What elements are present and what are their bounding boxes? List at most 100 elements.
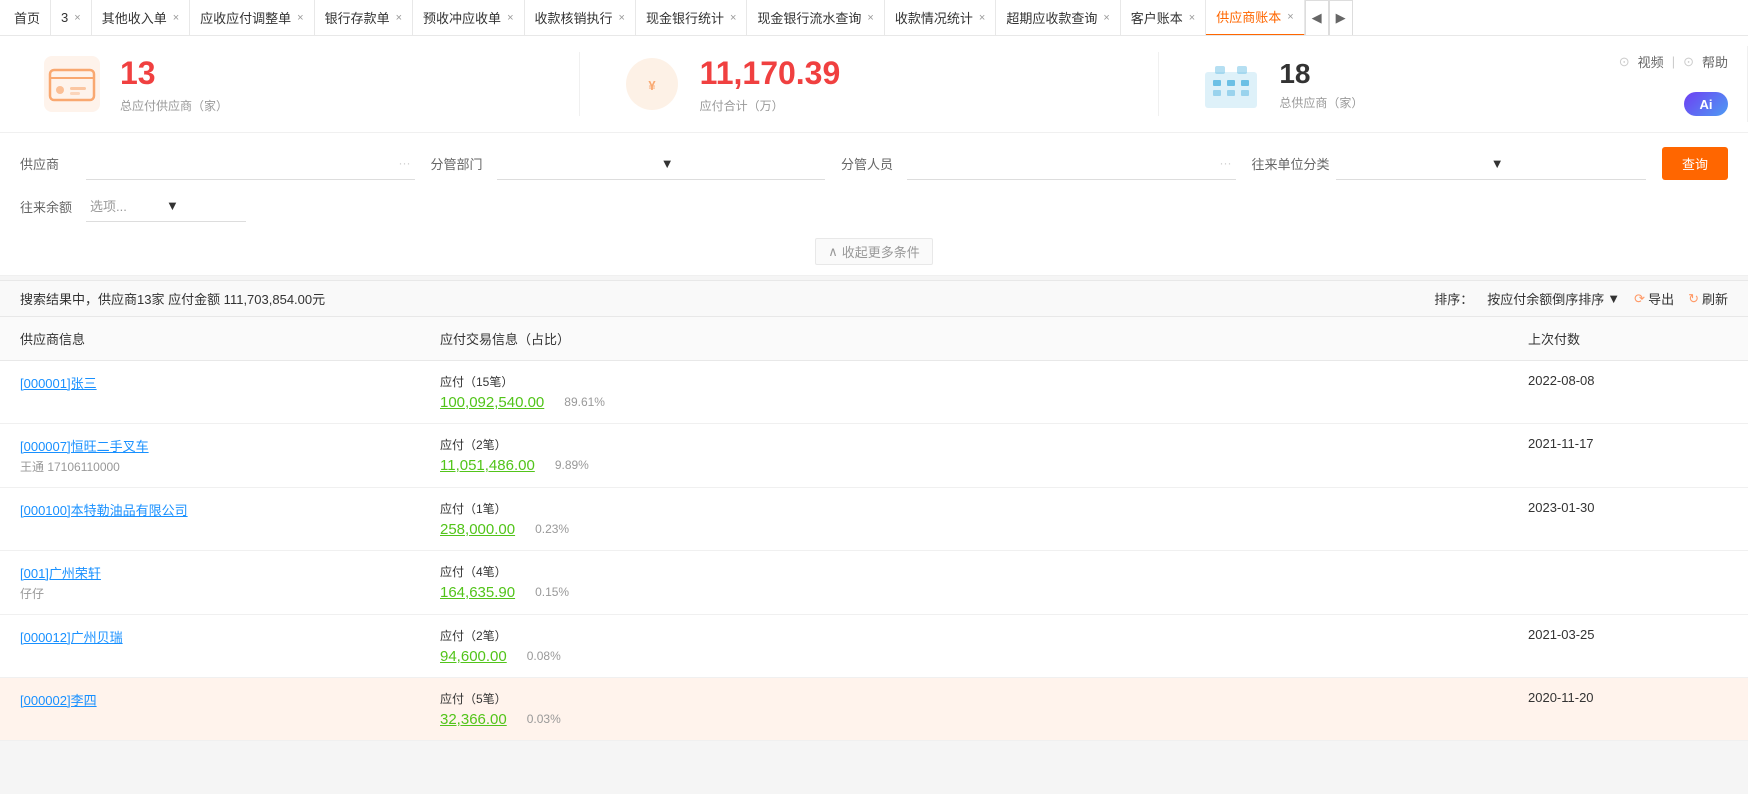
transaction-amount[interactable]: 94,600.00 — [440, 648, 507, 665]
supplier-input-wrapper[interactable]: ··· — [86, 148, 415, 180]
filter-supplier: 供应商 ··· — [20, 148, 415, 180]
divider: | — [1672, 54, 1675, 69]
nav-tab-home[interactable]: 首页 — [4, 0, 51, 36]
transaction-amount[interactable]: 32,366.00 — [440, 711, 507, 728]
nav-tab-3[interactable]: 3 × — [51, 0, 92, 36]
nav-tab-cash-bank-stat[interactable]: 现金银行统计 × — [636, 0, 747, 36]
close-icon[interactable]: × — [396, 12, 402, 24]
close-icon[interactable]: × — [507, 12, 513, 24]
last-payment-date: 2020-11-20 — [1528, 688, 1594, 705]
close-icon[interactable]: × — [1189, 12, 1195, 24]
close-icon[interactable]: × — [867, 12, 873, 24]
transaction-label: 应付（4笔） — [440, 563, 1528, 580]
person-input-wrapper[interactable]: ··· — [907, 148, 1236, 180]
sort-label: 排序： — [1434, 289, 1473, 308]
supplier-link[interactable]: [000002]李四 — [20, 690, 440, 709]
table-row[interactable]: [001]广州荣轩 仔仔 应付（4笔） 164,635.90 0.15% — [0, 551, 1748, 615]
transaction-row: 32,366.00 0.03% — [440, 709, 1528, 728]
export-button[interactable]: ⟳ 导出 — [1634, 289, 1674, 308]
video-link[interactable]: 视频 — [1638, 52, 1664, 71]
transaction-label: 应付（2笔） — [440, 436, 1528, 453]
nav-tab-adjust[interactable]: 应收应付调整单 × — [190, 0, 314, 36]
ai-button[interactable]: Ai — [1684, 92, 1728, 116]
top-links: ⊙ 视频 | ⊙ 帮助 — [1619, 52, 1728, 71]
nav-tab-receipt-verify[interactable]: 收款核销执行 × — [525, 0, 636, 36]
payable-total-amount: 11,170.39 — [700, 54, 1119, 92]
last-payment-cell: 2020-11-20 — [1528, 690, 1728, 705]
transaction-percent: 0.08% — [527, 649, 561, 663]
supplier-link[interactable]: [001]广州荣轩 — [20, 563, 440, 582]
close-icon[interactable]: × — [979, 12, 985, 24]
balance-select-value: 选项... — [90, 196, 166, 215]
supplier-more-icon[interactable]: ··· — [399, 156, 411, 170]
nav-prev-arrow[interactable]: ◀ — [1305, 0, 1329, 36]
nav-tab-other-income[interactable]: 其他收入单 × — [92, 0, 190, 36]
refresh-button[interactable]: ↻ 刷新 — [1688, 289, 1728, 308]
ai-button-container: Ai — [1684, 92, 1728, 116]
person-input[interactable] — [911, 156, 1220, 171]
help-link[interactable]: 帮助 — [1702, 52, 1728, 71]
table-row[interactable]: [000007]恒旺二手叉车 王通 17106110000 应付（2笔） 11,… — [0, 424, 1748, 488]
category-select[interactable]: ▼ — [1336, 148, 1646, 180]
transaction-amount[interactable]: 11,051,486.00 — [440, 457, 535, 474]
nav-tab-customer-book[interactable]: 客户账本 × — [1121, 0, 1206, 36]
transaction-info: 应付（4笔） 164,635.90 0.15% — [440, 563, 1528, 601]
close-icon[interactable]: × — [619, 12, 625, 24]
payable-total-label: 应付合计（万） — [700, 97, 1119, 114]
sort-select[interactable]: 按应付余额倒序排序 ▼ — [1487, 289, 1620, 308]
person-more-icon[interactable]: ··· — [1220, 156, 1232, 170]
collapse-label: 收起更多条件 — [842, 242, 920, 261]
nav-tab-advance-receive[interactable]: 预收冲应收单 × — [413, 0, 524, 36]
last-payment-cell: 2021-11-17 — [1528, 436, 1728, 451]
filter-person: 分管人员 ··· — [841, 148, 1236, 180]
transaction-percent: 0.03% — [527, 712, 561, 726]
transaction-row: 100,092,540.00 89.61% — [440, 392, 1528, 411]
collapse-button[interactable]: ∧ 收起更多条件 — [815, 238, 933, 265]
supplier-link[interactable]: [000012]广州贝瑞 — [20, 627, 440, 646]
chevron-down-icon: ▼ — [166, 198, 242, 213]
close-icon[interactable]: × — [173, 12, 179, 24]
table-row[interactable]: [000002]李四 应付（5笔） 32,366.00 0.03% 2020-1… — [0, 678, 1748, 741]
transaction-cell: 应付（15笔） 100,092,540.00 89.61% — [440, 373, 1528, 411]
table-row[interactable]: [000100]本特勒油品有限公司 应付（1笔） 258,000.00 0.23… — [0, 488, 1748, 551]
supplier-input[interactable] — [90, 156, 399, 171]
supplier-contact: 仔仔 — [20, 585, 440, 602]
supplier-link[interactable]: [000001]张三 — [20, 373, 440, 392]
query-button[interactable]: 查询 — [1662, 147, 1728, 180]
balance-select[interactable]: 选项... ▼ — [86, 190, 246, 222]
table-row[interactable]: [000001]张三 应付（15笔） 100,092,540.00 89.61%… — [0, 361, 1748, 424]
dept-select[interactable]: ▼ — [497, 148, 826, 180]
close-icon[interactable]: × — [730, 12, 736, 24]
supplier-table: 供应商信息 应付交易信息（占比） 上次付数 [000001]张三 应付（15笔）… — [0, 317, 1748, 741]
close-icon[interactable]: × — [1287, 11, 1293, 23]
nav-tab-supplier-book[interactable]: 供应商账本 × — [1206, 0, 1304, 36]
supplier-info-cell: [000012]广州贝瑞 — [20, 627, 440, 646]
transaction-percent: 0.23% — [535, 522, 569, 536]
supplier-link[interactable]: [000007]恒旺二手叉车 — [20, 436, 440, 455]
table-row[interactable]: [000012]广州贝瑞 应付（2笔） 94,600.00 0.08% 2021… — [0, 615, 1748, 678]
close-icon[interactable]: × — [74, 12, 80, 24]
total-suppliers-icon — [1199, 52, 1263, 116]
nav-tab-overdue-receive[interactable]: 超期应收款查询 × — [996, 0, 1120, 36]
transaction-amount[interactable]: 164,635.90 — [440, 584, 515, 601]
transaction-amount[interactable]: 100,092,540.00 — [440, 394, 544, 411]
table-header-row: 供应商信息 应付交易信息（占比） 上次付数 — [0, 317, 1748, 361]
close-icon[interactable]: × — [1103, 12, 1109, 24]
collapse-icon: ∧ — [828, 244, 838, 260]
nav-tab-cash-bank-flow[interactable]: 现金银行流水查询 × — [747, 0, 884, 36]
export-icon: ⟳ — [1634, 291, 1645, 307]
transaction-amount[interactable]: 258,000.00 — [440, 521, 515, 538]
nav-next-arrow[interactable]: ▶ — [1329, 0, 1353, 36]
close-icon[interactable]: × — [297, 12, 303, 24]
header-last-payment: 上次付数 — [1528, 329, 1728, 348]
circle-icon: ⊙ — [1619, 54, 1630, 70]
supplier-link[interactable]: [000100]本特勒油品有限公司 — [20, 500, 440, 519]
supplier-label: 供应商 — [20, 154, 80, 173]
transaction-info: 应付（2笔） 11,051,486.00 9.89% — [440, 436, 1528, 474]
nav-tab-receipt-stat[interactable]: 收款情况统计 × — [885, 0, 996, 36]
filter-row-1: 供应商 ··· 分管部门 ▼ 分管人员 ··· 往来单位分类 — [20, 147, 1728, 180]
divider — [579, 52, 580, 116]
results-bar: 搜索结果中，供应商13家 应付金额 111,703,854.00元 排序： 按应… — [0, 280, 1748, 317]
nav-tab-bank-deposit[interactable]: 银行存款单 × — [315, 0, 413, 36]
transaction-info: 应付（15笔） 100,092,540.00 89.61% — [440, 373, 1528, 411]
